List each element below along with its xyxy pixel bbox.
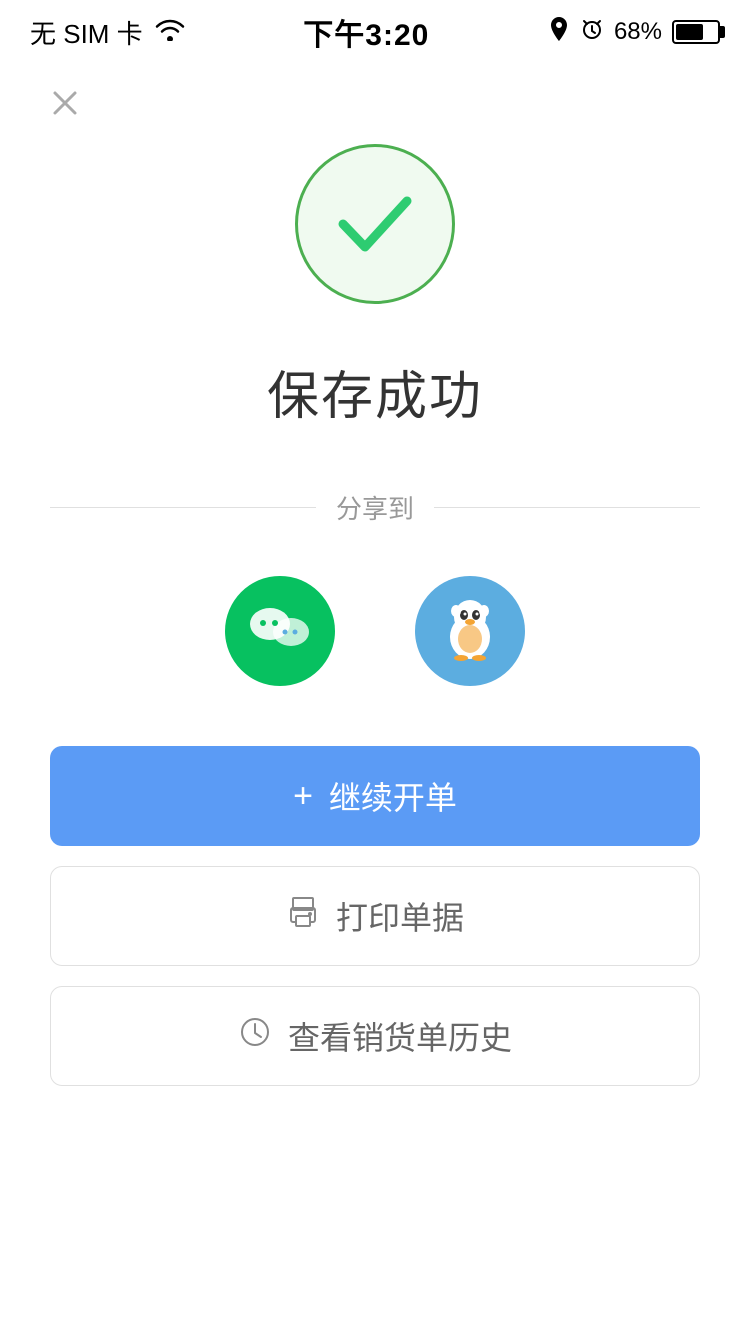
alarm-icon [580,17,604,48]
status-right: 68% [548,16,720,49]
status-left: 无 SIM 卡 [30,14,185,51]
print-label: 打印单据 [336,893,464,939]
share-icons [225,576,525,686]
battery-icon [672,20,720,44]
success-title: 保存成功 [267,354,483,429]
history-button[interactable]: 查看销货单历史 [50,986,700,1086]
clock-icon [238,1015,272,1058]
qq-share-button[interactable] [415,576,525,686]
qq-icon [439,595,501,667]
wifi-icon [155,17,185,48]
wechat-share-button[interactable] [225,576,335,686]
carrier-text: 无 SIM 卡 [30,14,143,51]
plus-icon: + [293,777,313,816]
share-label: 分享到 [316,489,434,526]
divider-line-right [434,507,700,508]
main-content: 保存成功 分享到 [0,64,750,1086]
wechat-icon [248,604,313,659]
print-button[interactable]: 打印单据 [50,866,700,966]
continue-order-label: 继续开单 [329,773,457,819]
action-buttons: + 继续开单 打印单据 查看销货单历史 [0,746,750,1086]
share-divider: 分享到 [0,489,750,526]
status-time: 下午3:20 [303,10,429,54]
close-button[interactable] [40,78,90,128]
success-circle [295,144,455,304]
location-icon [548,16,570,49]
checkmark-icon [335,189,415,259]
printer-icon [286,895,320,938]
status-bar: 无 SIM 卡 下午3:20 68% [0,0,750,64]
battery-percentage: 68% [614,18,662,46]
history-label: 查看销货单历史 [288,1013,512,1059]
divider-line-left [50,507,316,508]
continue-order-button[interactable]: + 继续开单 [50,746,700,846]
close-icon [47,85,83,121]
